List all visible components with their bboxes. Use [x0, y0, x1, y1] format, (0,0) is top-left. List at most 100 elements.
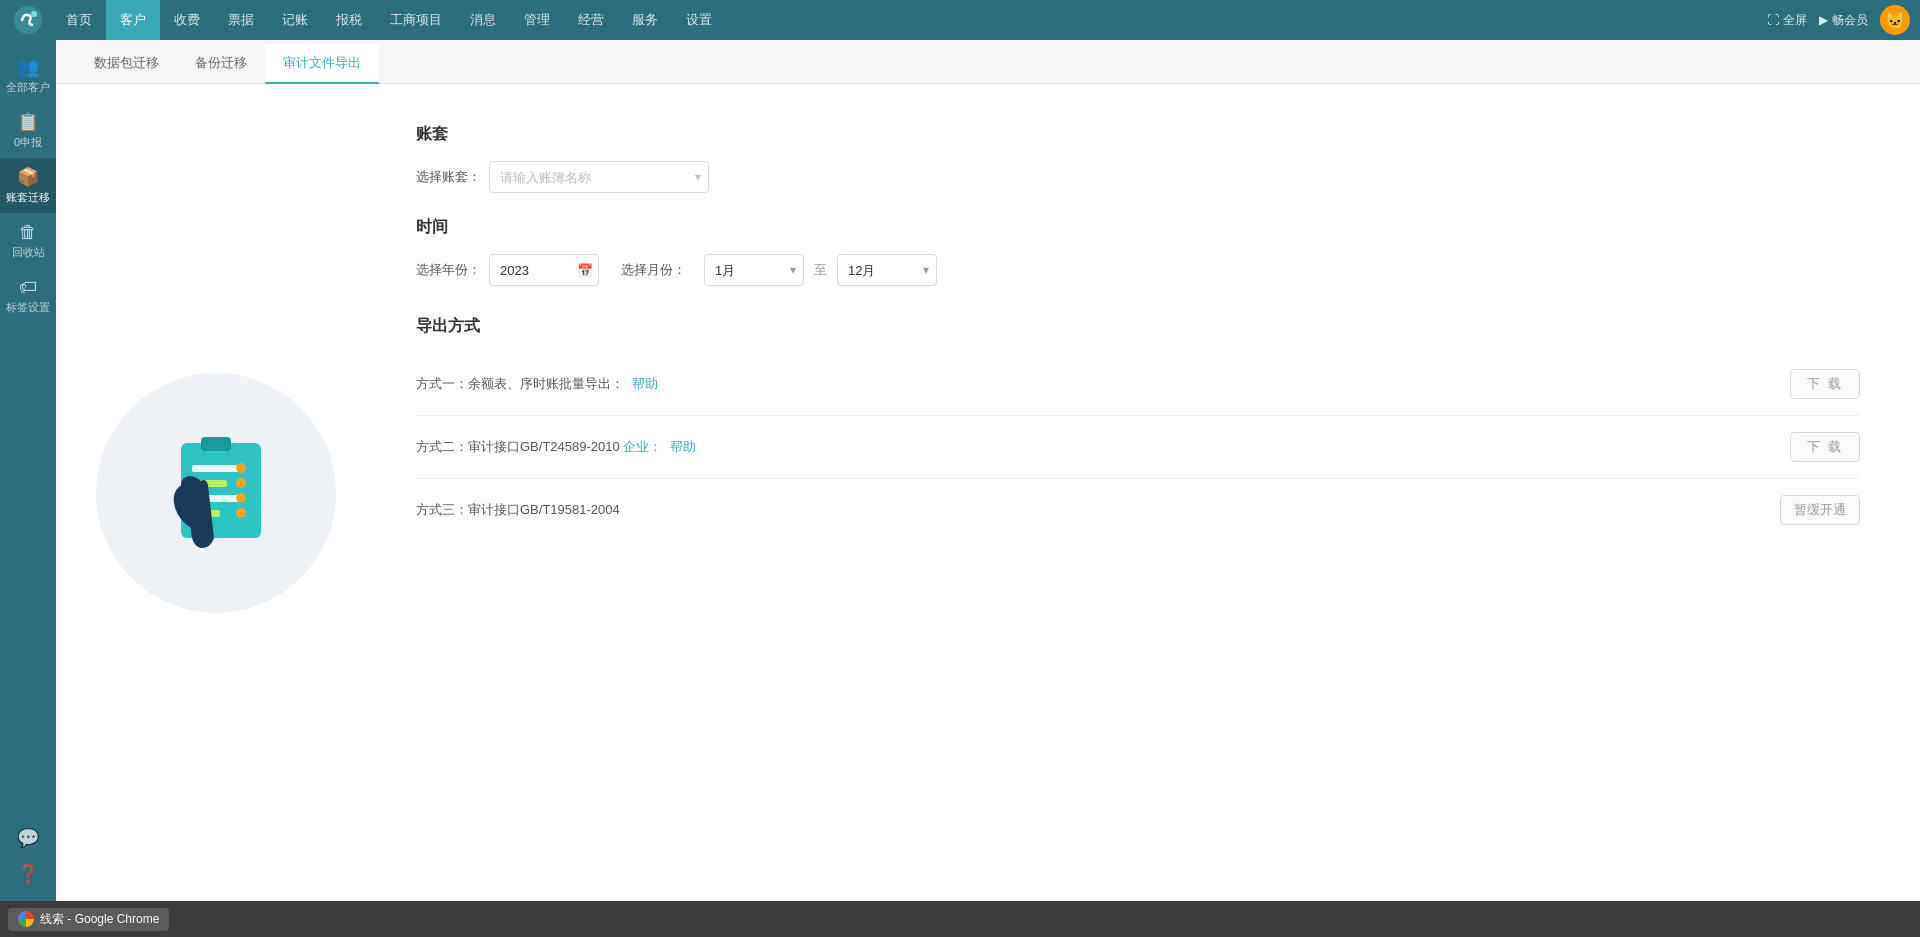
method-1-text: 方式一：余额表、序时账批量导出： 帮助	[416, 375, 1778, 393]
method-2-help-link[interactable]: 帮助	[670, 439, 696, 454]
method-1-help-link[interactable]: 帮助	[632, 376, 658, 391]
year-input-wrap: 2023	[489, 254, 599, 286]
account-label: 选择账套：	[416, 168, 481, 186]
chat-icon: 💬	[17, 829, 39, 847]
sidebar-item-label: 账套迁移	[6, 190, 50, 205]
end-month-select[interactable]: 1月2月3月4月 5月6月7月8月 9月10月11月12月	[837, 254, 937, 286]
sidebar-item-chat[interactable]: 💬	[0, 819, 56, 855]
fullscreen-label: 全屏	[1783, 12, 1807, 29]
nav-customer[interactable]: 客户	[106, 0, 160, 40]
illustration-side	[56, 84, 376, 901]
user-avatar[interactable]: 🐱	[1880, 5, 1910, 35]
year-input[interactable]: 2023	[489, 254, 599, 286]
content-area: 数据包迁移 备份迁移 审计文件导出	[56, 40, 1920, 901]
taskbar-chrome-item[interactable]: 线索 - Google Chrome	[8, 908, 169, 931]
method-2-text: 方式二：审计接口GB/T24589-2010 企业： 帮助	[416, 438, 1778, 456]
account-input-wrap	[489, 161, 709, 193]
method-2-btn-label: 下 载	[1807, 438, 1843, 456]
tag-settings-icon: 🏷	[19, 278, 37, 296]
sidebar-item-tag-settings[interactable]: 🏷 标签设置	[0, 268, 56, 323]
tab-backup-migration[interactable]: 备份迁移	[177, 44, 265, 84]
zero-declaration-icon: 📋	[17, 113, 39, 131]
taskbar: 线索 - Google Chrome	[0, 901, 1920, 937]
sidebar-item-label: 回收站	[12, 245, 45, 260]
end-month-select-wrap: 1月2月3月4月 5月6月7月8月 9月10月11月12月	[837, 254, 937, 286]
export-section-title: 导出方式	[416, 316, 1860, 337]
sidebar-item-recycle-bin[interactable]: 🗑 回收站	[0, 213, 56, 268]
member-label: 畅会员	[1832, 12, 1868, 29]
page-content: 账套 选择账套： 时间 选择年份： 2023 选择月份：	[56, 84, 1920, 901]
export-method-3: 方式三：审计接口GB/T19581-2004 暂缓开通	[416, 479, 1860, 541]
member-button[interactable]: ▶ 畅会员	[1819, 12, 1868, 29]
sidebar-item-label: 全部客户	[6, 80, 50, 95]
method-2-label: 方式二：审计接口GB/T24589-2010	[416, 439, 620, 454]
method-3-label: 方式三：审计接口GB/T19581-2004	[416, 502, 620, 517]
to-separator: 至	[814, 261, 827, 279]
tab-audit-export[interactable]: 审计文件导出	[265, 44, 379, 84]
sidebar-item-label: 0申报	[14, 135, 42, 150]
method-1-download-button[interactable]: 下 载	[1790, 369, 1860, 399]
export-method-2: 方式二：审计接口GB/T24589-2010 企业： 帮助 下 载	[416, 416, 1860, 479]
nav-message[interactable]: 消息	[456, 0, 510, 40]
svg-rect-4	[192, 465, 242, 472]
svg-rect-3	[201, 437, 231, 451]
month-label: 选择月份：	[621, 261, 686, 279]
illustration-svg	[136, 413, 296, 573]
year-label: 选择年份：	[416, 261, 481, 279]
nav-tax[interactable]: 报税	[322, 0, 376, 40]
sidebar: 👥 全部客户 📋 0申报 📦 账套迁移 🗑 回收站 🏷 标签设置 💬 ❓	[0, 40, 56, 901]
account-migration-icon: 📦	[17, 168, 39, 186]
sidebar-bottom: 💬 ❓	[0, 819, 56, 901]
nav-home[interactable]: 首页	[52, 0, 106, 40]
svg-point-1	[31, 11, 37, 17]
top-nav-right: ⛶ 全屏 ▶ 畅会员 🐱	[1767, 5, 1910, 35]
nav-manage[interactable]: 管理	[510, 0, 564, 40]
method-3-text: 方式三：审计接口GB/T19581-2004	[416, 501, 1768, 519]
sidebar-item-account-migration[interactable]: 📦 账套迁移	[0, 158, 56, 213]
svg-point-0	[14, 6, 42, 34]
account-row: 选择账套：	[416, 161, 1860, 193]
sidebar-item-all-customers[interactable]: 👥 全部客户	[0, 48, 56, 103]
svg-point-9	[236, 478, 246, 488]
method-3-open-button[interactable]: 暂缓开通	[1780, 495, 1860, 525]
method-2-company-tag: 企业：	[623, 439, 662, 454]
help-icon: ❓	[17, 865, 39, 883]
svg-point-8	[236, 463, 246, 473]
sidebar-item-zero-declaration[interactable]: 📋 0申报	[0, 103, 56, 158]
sidebar-item-help[interactable]: ❓	[0, 855, 56, 891]
chrome-icon	[18, 911, 34, 927]
time-controls: 2023 选择月份： 1月2月3月4月 5月6月7月8月 9月10月11月12月…	[489, 254, 937, 286]
all-customers-icon: 👥	[17, 58, 39, 76]
account-section-title: 账套	[416, 124, 1860, 145]
nav-business[interactable]: 工商项目	[376, 0, 456, 40]
top-navigation: 首页 客户 收费 票据 记账 报税 工商项目 消息 管理 经营 服务 设置 ⛶ …	[0, 0, 1920, 40]
method-1-label: 方式一：余额表、序时账批量导出：	[416, 376, 624, 391]
nav-service[interactable]: 服务	[618, 0, 672, 40]
nav-items: 首页 客户 收费 票据 记账 报税 工商项目 消息 管理 经营 服务 设置	[52, 0, 1767, 40]
taskbar-chrome-label: 线索 - Google Chrome	[40, 911, 159, 928]
illustration-circle	[96, 373, 336, 613]
form-side: 账套 选择账套： 时间 选择年份： 2023 选择月份：	[376, 84, 1920, 901]
nav-operation[interactable]: 经营	[564, 0, 618, 40]
nav-settings[interactable]: 设置	[672, 0, 726, 40]
recycle-bin-icon: 🗑	[19, 223, 37, 241]
svg-point-10	[236, 493, 246, 503]
start-month-select-wrap: 1月2月3月4月 5月6月7月8月 9月10月11月12月	[704, 254, 804, 286]
member-icon: ▶	[1819, 13, 1828, 27]
export-section: 导出方式 方式一：余额表、序时账批量导出： 帮助 下 载	[416, 316, 1860, 541]
time-section-title: 时间	[416, 217, 1860, 238]
method-2-download-button[interactable]: 下 载	[1790, 432, 1860, 462]
nav-billing[interactable]: 收费	[160, 0, 214, 40]
nav-invoice[interactable]: 票据	[214, 0, 268, 40]
app-logo[interactable]	[10, 2, 46, 38]
svg-point-11	[236, 508, 246, 518]
method-1-btn-label: 下 载	[1807, 375, 1843, 393]
nav-accounting[interactable]: 记账	[268, 0, 322, 40]
tab-data-migration[interactable]: 数据包迁移	[76, 44, 177, 84]
start-month-select[interactable]: 1月2月3月4月 5月6月7月8月 9月10月11月12月	[704, 254, 804, 286]
export-method-1: 方式一：余额表、序时账批量导出： 帮助 下 载	[416, 353, 1860, 416]
account-select-input[interactable]	[489, 161, 709, 193]
time-row: 选择年份： 2023 选择月份： 1月2月3月4月 5月6月7月8月 9月10月…	[416, 254, 1860, 286]
fullscreen-button[interactable]: ⛶ 全屏	[1767, 12, 1807, 29]
fullscreen-icon: ⛶	[1767, 13, 1779, 27]
